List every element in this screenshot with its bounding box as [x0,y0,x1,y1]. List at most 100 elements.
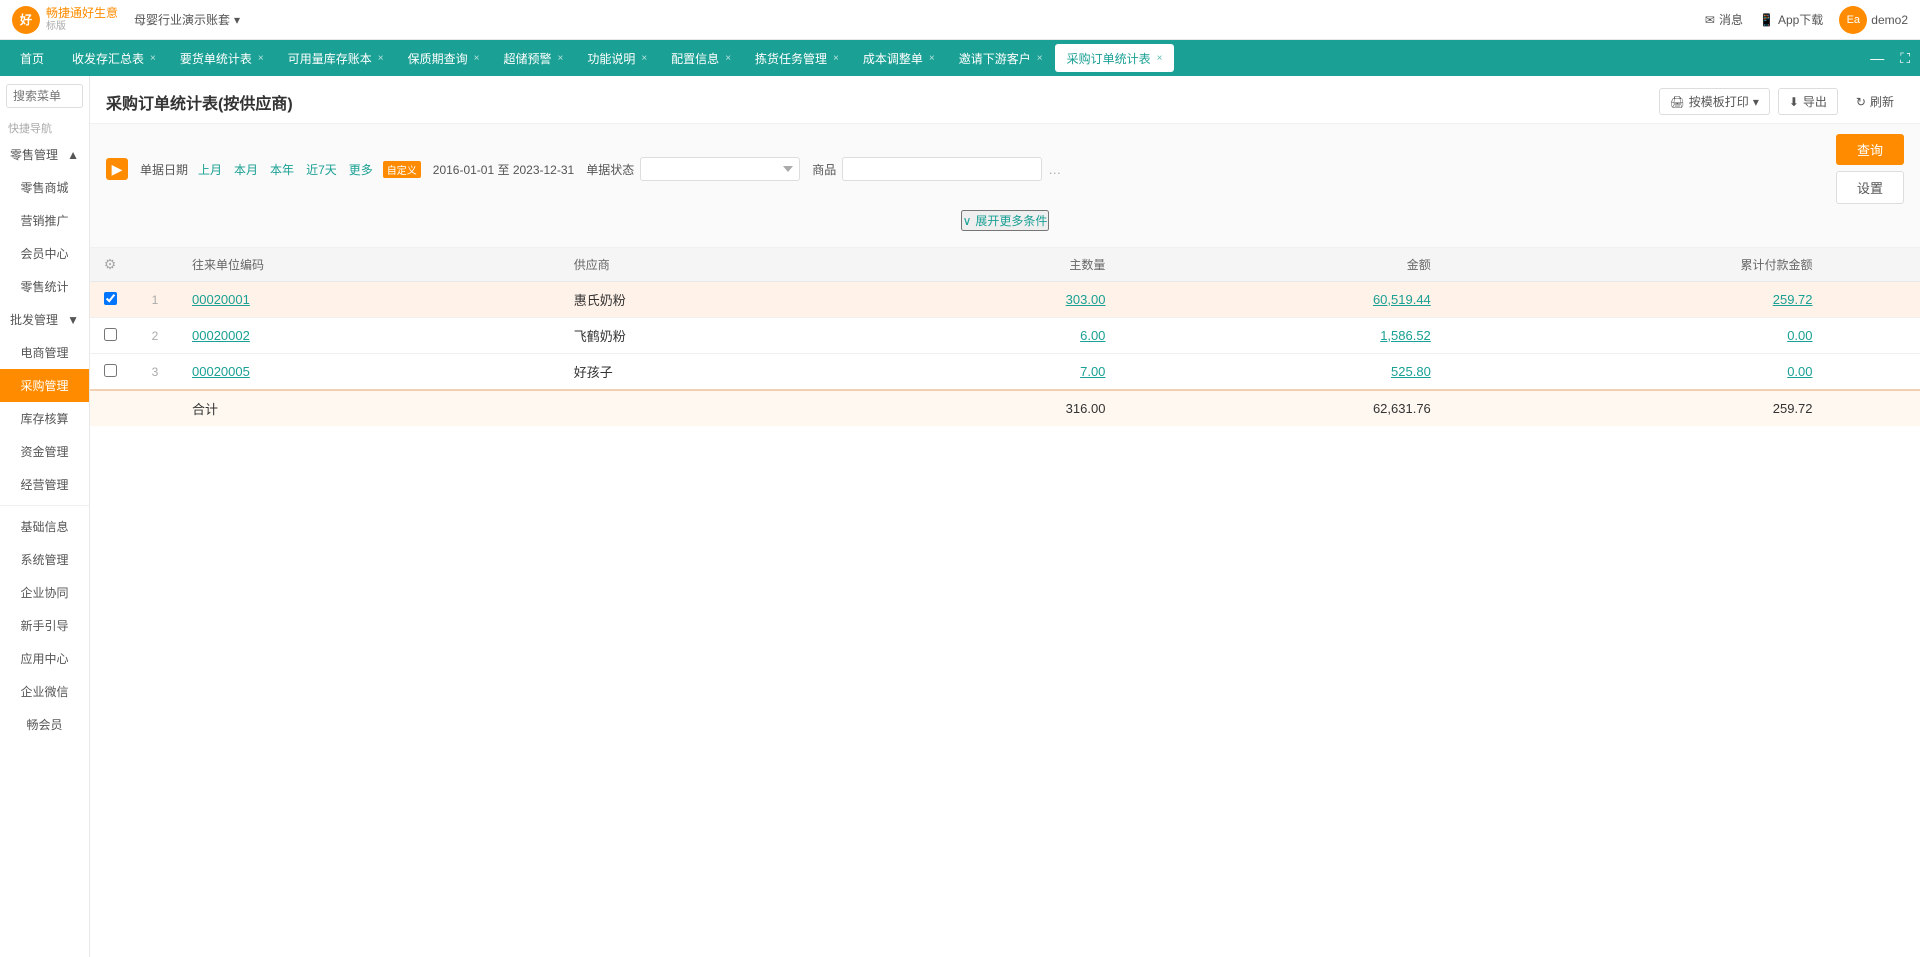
footer-spacer-end [1825,390,1920,426]
sidebar-item-finance-mgmt[interactable]: 资金管理 [0,435,89,468]
shortcut-this-month[interactable]: 本月 [230,159,262,180]
tab-close-available-stock[interactable]: × [378,53,384,64]
tab-pick-task[interactable]: 拣货任务管理 × [743,44,851,72]
sidebar-item-enterprise-collab[interactable]: 企业协同 [0,576,89,609]
sidebar-item-retail-mgmt[interactable]: 零售管理 ▲ [0,138,89,171]
sidebar-item-new-guide[interactable]: 新手引导 [0,609,89,642]
tab-close-overstock-warning[interactable]: × [557,53,563,64]
tab-purchase-order-summary[interactable]: 采购订单统计表 × [1055,44,1175,72]
tab-close-config-info[interactable]: × [725,53,731,64]
chevron-down-icon: ▾ [234,13,240,27]
date-filter-group: 单据日期 上月 本月 本年 近7天 更多 自定义 [140,159,421,180]
printer-icon: 🖨 [1670,95,1685,109]
main-layout: 快捷导航 零售管理 ▲ 零售商城 营销推广 会员中心 零售统计 批发管理 ▼ 电… [0,76,1920,957]
sidebar-item-operation-mgmt[interactable]: 经营管理 [0,468,89,501]
cell-supplier-name-2: 飞鹤奶粉 [562,318,864,354]
page-title: 采购订单统计表(按供应商) [106,90,293,114]
tab-cost-adjust[interactable]: 成本调整单 × [851,44,947,72]
tab-close-invite-downstream[interactable]: × [1037,53,1043,64]
tab-close-function-desc[interactable]: × [641,53,647,64]
row-checkbox-1[interactable] [104,292,117,305]
tab-expiry-query[interactable]: 保质期查询 × [396,44,492,72]
tab-close-purchase-order-summary[interactable]: × [1157,53,1163,64]
settings-button[interactable]: 设置 [1836,171,1904,204]
cell-supplier-code-1: 00020001 [180,282,562,318]
app-download-btn[interactable]: 📱 App下载 [1759,11,1823,28]
print-button[interactable]: 🖨 按模板打印 ▾ [1659,88,1770,115]
row-checkbox-2[interactable] [104,328,117,341]
cell-spacer-2 [1825,318,1920,354]
goods-filter-input[interactable] [842,157,1042,181]
sidebar-item-ecommerce-mgmt[interactable]: 电商管理 [0,336,89,369]
sidebar-item-enterprise-wechat[interactable]: 企业微信 [0,675,89,708]
data-table: ⚙ 往来单位编码 供应商 主数量 金额 累计付款金额 [90,248,1920,426]
table-settings-icon[interactable]: ⚙ [104,256,117,272]
filter-actions: 查询 设置 [1836,134,1904,204]
cell-amount-3: 525.80 [1117,354,1442,391]
sidebar-item-app-center[interactable]: 应用中心 [0,642,89,675]
footer-spacer [90,390,180,426]
tab-order-summary[interactable]: 要货单统计表 × [168,44,276,72]
cell-checkbox-2[interactable] [90,318,130,354]
sidebar-item-marketing[interactable]: 营销推广 [0,204,89,237]
nav-right-btns: — ⛶ [1864,48,1916,69]
sidebar-item-purchase-mgmt[interactable]: 采购管理 [0,369,89,402]
sidebar-item-retail-store[interactable]: 零售商城 [0,171,89,204]
sidebar-item-stock-check[interactable]: 库存核算 [0,402,89,435]
refresh-button[interactable]: ↻ 刷新 [1846,89,1904,114]
cell-checkbox-3[interactable] [90,354,130,391]
tab-overstock-warning[interactable]: 超储预警 × [491,44,575,72]
shortcut-more[interactable]: 更多 [345,159,377,180]
cell-checkbox-1[interactable] [90,282,130,318]
phone-icon: 📱 [1759,13,1774,27]
col-spacer [1825,248,1920,282]
expand-icon: ∨ [963,214,972,228]
print-chevron-down-icon: ▾ [1753,95,1759,109]
tab-home[interactable]: 首页 [4,44,60,72]
sidebar-item-sys-mgmt[interactable]: 系统管理 [0,543,89,576]
message-btn[interactable]: ✉ 消息 [1705,11,1743,28]
cell-paid-amount-1: 259.72 [1443,282,1825,318]
tab-receive-send[interactable]: 收发存汇总表 × [60,44,168,72]
tab-close-expiry-query[interactable]: × [474,53,480,64]
export-icon: ⬇ [1789,95,1799,109]
sidebar-item-wholesale-mgmt[interactable]: 批发管理 ▼ [0,303,89,336]
footer-amount: 62,631.76 [1117,390,1442,426]
tab-available-stock[interactable]: 可用量库存账本 × [276,44,396,72]
cell-amount-1: 60,519.44 [1117,282,1442,318]
expand-filter-btn[interactable]: ∨ 展开更多条件 [961,210,1050,231]
tab-close-cost-adjust[interactable]: × [929,53,935,64]
status-select[interactable] [640,157,800,181]
query-button[interactable]: 查询 [1836,134,1904,165]
sidebar-item-retail-stats[interactable]: 零售统计 [0,270,89,303]
sidebar-search-input[interactable] [6,84,83,108]
status-filter-group: 单据状态 [586,157,800,181]
row-checkbox-3[interactable] [104,364,117,377]
tab-function-desc[interactable]: 功能说明 × [575,44,659,72]
tab-close-pick-task[interactable]: × [833,53,839,64]
tab-maximize-btn[interactable]: ⛶ [1894,48,1916,69]
cell-main-qty-1: 303.00 [864,282,1118,318]
col-main-qty: 主数量 [864,248,1118,282]
quick-nav-label: 快捷导航 [0,116,89,138]
tab-minimize-btn[interactable]: — [1864,48,1890,68]
cell-rownum-3: 3 [130,354,180,391]
tab-config-info[interactable]: 配置信息 × [659,44,743,72]
sidebar-item-basic-info[interactable]: 基础信息 [0,510,89,543]
sidebar-item-member-vip[interactable]: 畅会员 [0,708,89,741]
shortcut-this-year[interactable]: 本年 [266,159,298,180]
cell-paid-amount-3: 0.00 [1443,354,1825,391]
filter-toggle-btn[interactable]: ▶ [106,158,128,180]
tab-close-order-summary[interactable]: × [258,53,264,64]
export-button[interactable]: ⬇ 导出 [1778,88,1838,115]
filter-area: ▶ 单据日期 上月 本月 本年 近7天 更多 自定义 2016-01- [90,124,1920,248]
sidebar-item-member-center[interactable]: 会员中心 [0,237,89,270]
workspace-selector[interactable]: 母婴行业演示账套 ▾ [126,7,248,32]
tab-close-receive-send[interactable]: × [150,53,156,64]
user-avatar[interactable]: Ea demo2 [1839,6,1908,34]
shortcut-last-month[interactable]: 上月 [194,159,226,180]
goods-filter-more-icon[interactable]: … [1048,162,1061,177]
shortcut-7days[interactable]: 近7天 [302,159,341,180]
status-filter-label: 单据状态 [586,161,634,178]
tab-invite-downstream[interactable]: 邀请下游客户 × [947,44,1055,72]
